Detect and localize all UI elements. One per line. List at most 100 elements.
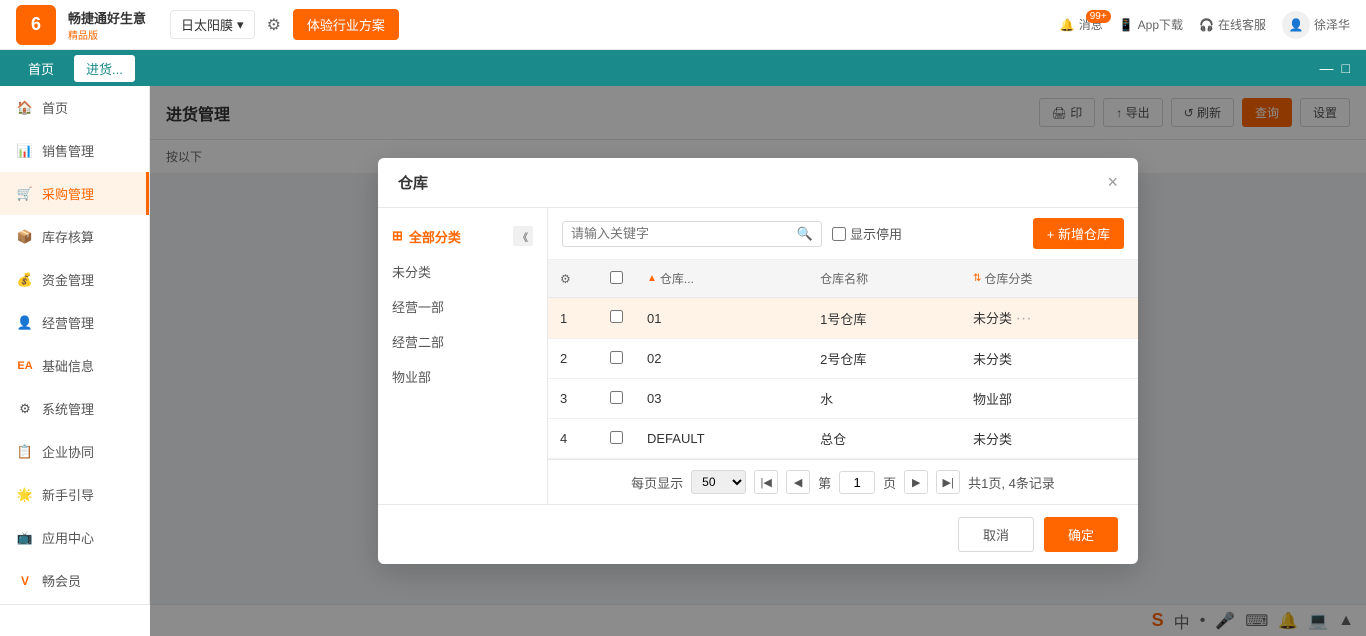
main-layout: 🏠 首页 📊 销售管理 🛒 采购管理 📦 库存核算 💰 资金管理 👤 经营管理 … [0,86,1366,636]
user-action[interactable]: 👤 徐泽华 [1282,11,1350,39]
sort-icon: ▲ [647,273,657,284]
table-row[interactable]: 4 DEFAULT 总仓 未分类 [548,419,1138,459]
table-row[interactable]: 3 03 水 物业部 [548,379,1138,419]
cat-item-property[interactable]: 物业部 [378,359,547,394]
tab-home[interactable]: 首页 [16,55,66,82]
sidebar-label-finance: 资金管理 [42,270,94,289]
search-input[interactable] [571,226,797,241]
table-row[interactable]: 2 02 2号仓库 未分类 [548,339,1138,379]
sidebar-item-apps[interactable]: 📺 应用中心 [0,516,149,559]
cat-item-unclassified[interactable]: 未分类 [378,254,547,289]
sidebar-label-sales: 销售管理 [42,141,94,160]
next-page-btn[interactable]: ▶ [904,470,928,494]
sidebar-item-purchase[interactable]: 🛒 采购管理 [0,172,149,215]
mobile-icon: 📱 [1119,18,1134,32]
gear-icon[interactable]: ⚙ [267,15,281,35]
purchase-icon: 🛒 [16,185,34,203]
add-warehouse-btn[interactable]: + 新增仓库 [1033,218,1124,249]
warehouse-modal: 仓库 × ⊞ 全部分类 《 未分类 [378,158,1138,564]
select-all-checkbox[interactable] [610,271,623,284]
minimize-icon[interactable]: — [1320,60,1334,76]
cancel-btn[interactable]: 取消 [958,517,1034,552]
first-page-btn[interactable]: |◀ [754,470,778,494]
sidebar-item-operations[interactable]: 👤 经营管理 [0,301,149,344]
row-category: 未分类 [961,339,1138,379]
topbar: 6 畅捷通好生意 精品版 日太阳膜 ▾ ⚙ 体验行业方案 🔔 消息 99+ 📱 … [0,0,1366,50]
window-controls: — □ [1320,60,1350,76]
sidebar-item-finance[interactable]: 💰 资金管理 [0,258,149,301]
brand-name: 畅捷通好生意 [68,8,146,27]
table-toolbar: 🔍 显示停用 + 新增仓库 [548,208,1138,260]
sidebar: 🏠 首页 📊 销售管理 🛒 采购管理 📦 库存核算 💰 资金管理 👤 经营管理 … [0,86,150,636]
sidebar-item-basic-info[interactable]: EA 基础信息 [0,344,149,387]
app-download-action[interactable]: 📱 App下载 [1119,16,1183,33]
system-icon: ⚙ [16,400,34,418]
per-page-label: 每页显示 [631,473,683,492]
row-select-2[interactable] [610,351,623,364]
row-name: 1号仓库 [808,298,961,339]
maximize-icon[interactable]: □ [1342,60,1350,76]
show-disabled-label: 显示停用 [832,224,902,243]
prev-page-btn[interactable]: ◀ [786,470,810,494]
modal-footer: 取消 确定 [378,504,1138,564]
modal-header: 仓库 × [378,158,1138,208]
sidebar-item-home[interactable]: 🏠 首页 [0,86,149,129]
page-input[interactable] [839,471,875,494]
sidebar-item-guide[interactable]: 🌟 新手引导 [0,473,149,516]
row-index: 1 [548,298,598,339]
row-select-3[interactable] [610,391,623,404]
service-action[interactable]: 🎧 在线客服 [1199,16,1266,33]
per-page-select[interactable]: 50 100 [691,470,746,494]
row-checkbox [598,298,635,339]
sidebar-label-system: 系统管理 [42,399,94,418]
row-category: 未分类 [961,419,1138,459]
more-icon[interactable]: ··· [1016,310,1032,327]
sidebar-item-system[interactable]: ⚙ 系统管理 [0,387,149,430]
sidebar-item-member[interactable]: V 畅会员 [0,559,149,602]
modal-close-btn[interactable]: × [1107,172,1118,193]
th-category: ⇅ 仓库分类 [961,260,1138,298]
last-page-btn[interactable]: ▶| [936,470,960,494]
grid-icon: ⊞ [392,228,403,244]
sidebar-label-inventory: 库存核算 [42,227,94,246]
tab-purchase[interactable]: 进货... [74,55,135,82]
store-selector[interactable]: 日太阳膜 ▾ [170,10,255,39]
secondbar: 首页 进货... — □ [0,50,1366,86]
row-code: 02 [635,339,808,379]
row-name: 总仓 [808,419,961,459]
sidebar-label-home: 首页 [42,98,68,117]
cat-item-dept2[interactable]: 经营二部 [378,324,547,359]
chevron-down-icon: ▾ [237,17,244,33]
enterprise-icon: 📋 [16,443,34,461]
cat-item-dept1[interactable]: 经营一部 [378,289,547,324]
row-checkbox [598,379,635,419]
row-name: 2号仓库 [808,339,961,379]
cat-all[interactable]: ⊞ 全部分类 《 [378,218,547,254]
experience-btn[interactable]: 体验行业方案 [293,9,399,40]
show-disabled-checkbox[interactable] [832,227,846,241]
sidebar-item-inventory[interactable]: 📦 库存核算 [0,215,149,258]
th-gear: ⚙ [548,260,598,298]
table-row[interactable]: 1 01 1号仓库 未分类 ··· [548,298,1138,339]
sidebar-label-member: 畅会员 [42,571,81,590]
apps-icon: 📺 [16,529,34,547]
brand-tag: 精品版 [68,27,146,42]
row-select-4[interactable] [610,431,623,444]
row-index: 4 [548,419,598,459]
collapse-cat-btn[interactable]: 《 [513,226,533,246]
confirm-btn[interactable]: 确定 [1044,517,1118,552]
row-code: DEFAULT [635,419,808,459]
sidebar-item-sales[interactable]: 📊 销售管理 [0,129,149,172]
search-icon[interactable]: 🔍 [797,226,813,242]
th-code: ▲ 仓库... [635,260,808,298]
member-icon: V [16,572,34,590]
sidebar-item-enterprise[interactable]: 📋 企业协同 [0,430,149,473]
table-header-row: ⚙ ▲ 仓库... [548,260,1138,298]
sidebar-label-enterprise: 企业协同 [42,442,94,461]
row-code: 03 [635,379,808,419]
row-select-1[interactable] [610,310,623,323]
headphone-icon: 🎧 [1199,18,1214,32]
inventory-icon: 📦 [16,228,34,246]
notification-action[interactable]: 🔔 消息 99+ [1060,16,1103,33]
row-index: 2 [548,339,598,379]
